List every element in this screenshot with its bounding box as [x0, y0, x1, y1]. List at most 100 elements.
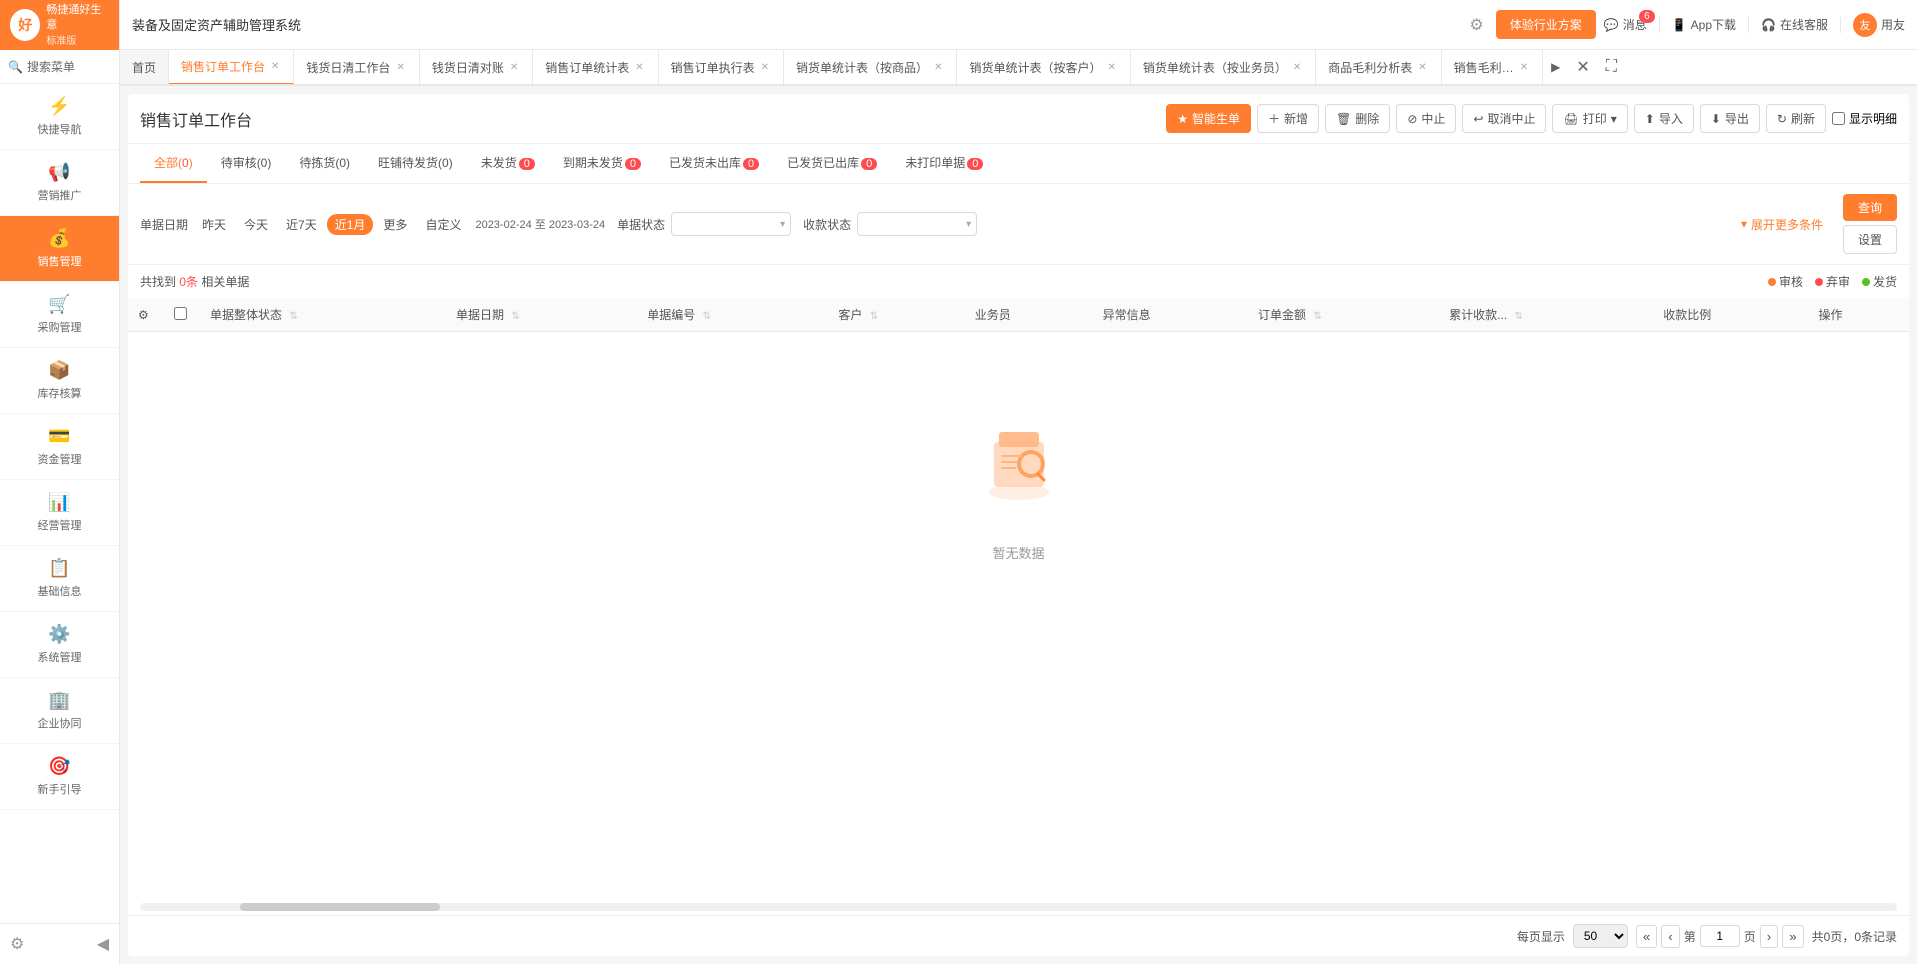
- tab-sales-exec[interactable]: 销售订单执行表 ✕: [659, 50, 784, 85]
- filter-settings-btn[interactable]: 设置: [1843, 225, 1897, 254]
- sidebar-item-newbie[interactable]: 🎯 新手引导: [0, 744, 119, 810]
- sales-icon: 💰: [48, 228, 70, 249]
- filter-tab-wangpu[interactable]: 旺铺待发货(0): [364, 144, 467, 183]
- status-select[interactable]: [671, 212, 791, 236]
- sidebar-item-finance[interactable]: 💳 资金管理: [0, 414, 119, 480]
- tabs-more-btn[interactable]: ▶: [1543, 50, 1568, 85]
- sidebar-item-operation[interactable]: 📊 经营管理: [0, 480, 119, 546]
- collapse-icon[interactable]: ◀: [97, 934, 109, 954]
- first-page-btn[interactable]: «: [1636, 925, 1657, 948]
- tab-sales-stat-salesperson-close[interactable]: ✕: [1291, 60, 1303, 75]
- tabs-expand-btn[interactable]: ⛶: [1598, 50, 1625, 85]
- ship-action-btn[interactable]: 发货: [1862, 273, 1897, 290]
- col-number: 单据编号 ⇅: [637, 298, 828, 332]
- date-btn-7days[interactable]: 近7天: [278, 214, 325, 235]
- settings-icon[interactable]: ⚙: [10, 934, 24, 954]
- sort-collected-icon[interactable]: ⇅: [1515, 311, 1523, 322]
- sidebar-item-sales[interactable]: 💰 销售管理: [0, 216, 119, 282]
- sort-amount-icon[interactable]: ⇅: [1313, 311, 1321, 322]
- sidebar-item-marketing[interactable]: 📢 营销推广: [0, 150, 119, 216]
- smart-generate-btn[interactable]: ★ 智能生单: [1166, 104, 1251, 133]
- sidebar-item-system[interactable]: ⚙️ 系统管理: [0, 612, 119, 678]
- tab-sales-exec-close[interactable]: ✕: [759, 60, 771, 75]
- filter-tab-pending-pickup[interactable]: 待拣货(0): [285, 144, 364, 183]
- tabs-close-all-btn[interactable]: ✕: [1568, 50, 1597, 85]
- stop-btn[interactable]: ⊘ 中止: [1396, 104, 1456, 133]
- date-btn-more[interactable]: 更多: [375, 214, 415, 235]
- cancel-stop-btn[interactable]: ↩ 取消中止: [1462, 104, 1546, 133]
- filter-tab-overdue[interactable]: 到期未发货0: [549, 144, 655, 183]
- filter-tab-pending-review[interactable]: 待审核(0): [207, 144, 286, 183]
- tab-sales-gross-close[interactable]: ✕: [1518, 60, 1530, 75]
- tab-cash-daily[interactable]: 钱货日清工作台 ✕: [294, 50, 419, 85]
- messages-btn[interactable]: 💬 消息 6: [1604, 16, 1647, 33]
- col-checkbox[interactable]: [164, 298, 200, 332]
- date-btn-yesterday[interactable]: 昨天: [194, 214, 234, 235]
- next-page-btn[interactable]: ›: [1760, 925, 1778, 948]
- scroll-thumb[interactable]: [240, 903, 440, 911]
- sidebar-item-enterprise[interactable]: 🏢 企业协同: [0, 678, 119, 744]
- search-menu[interactable]: 🔍 搜索菜单: [0, 50, 119, 84]
- query-btn[interactable]: 查询: [1843, 194, 1897, 221]
- review-action-btn[interactable]: 审核: [1768, 273, 1803, 290]
- date-btn-month[interactable]: 近1月: [327, 214, 374, 235]
- industry-btn[interactable]: 体验行业方案: [1496, 10, 1596, 39]
- tab-sales-stat-product[interactable]: 销货单统计表（按商品） ✕: [784, 50, 957, 85]
- sort-customer-icon[interactable]: ⇅: [870, 311, 878, 322]
- tab-sales-gross[interactable]: 销售毛利… ✕: [1442, 50, 1543, 85]
- app-download-btn[interactable]: 📱 App下载: [1672, 16, 1736, 33]
- sort-date-icon[interactable]: ⇅: [511, 311, 519, 322]
- sidebar-item-basic[interactable]: 📋 基础信息: [0, 546, 119, 612]
- select-all-checkbox[interactable]: [174, 307, 187, 320]
- tab-sales-stat-customer-close[interactable]: ✕: [1105, 60, 1117, 75]
- date-btn-custom[interactable]: 自定义: [417, 214, 469, 235]
- show-detail-checkbox-label[interactable]: 显示明细: [1832, 110, 1897, 127]
- tab-cash-reconcile[interactable]: 钱货日清对账 ✕: [420, 50, 533, 85]
- show-detail-checkbox[interactable]: [1832, 112, 1845, 125]
- payment-select[interactable]: [857, 212, 977, 236]
- expand-conditions-btn[interactable]: ▾ 展开更多条件: [1741, 216, 1823, 233]
- delete-btn[interactable]: 🗑 删除: [1325, 104, 1390, 133]
- tab-product-margin[interactable]: 商品毛利分析表 ✕: [1316, 50, 1441, 85]
- tab-sales-order-close[interactable]: ✕: [269, 59, 281, 74]
- tab-sales-stat-close[interactable]: ✕: [633, 60, 645, 75]
- filter-tab-not-printed[interactable]: 未打印单据0: [891, 144, 997, 183]
- filter-tab-all[interactable]: 全部(0): [140, 144, 207, 183]
- filter-tab-not-shipped[interactable]: 未发货0: [467, 144, 549, 183]
- prev-page-btn[interactable]: ‹: [1661, 925, 1679, 948]
- tab-sales-stat-salesperson[interactable]: 销货单统计表（按业务员） ✕: [1131, 50, 1316, 85]
- logo-text-group: 畅捷通好生意 标准版: [46, 3, 109, 47]
- filter-tab-shipped-out[interactable]: 已发货已出库0: [773, 144, 891, 183]
- user-profile-btn[interactable]: 友 用友: [1853, 13, 1905, 37]
- topbar-settings-icon[interactable]: ⚙: [1469, 15, 1483, 35]
- sidebar-item-nav[interactable]: ⚡ 快捷导航: [0, 84, 119, 150]
- tab-cash-reconcile-close[interactable]: ✕: [508, 60, 520, 75]
- import-btn[interactable]: ⬆ 导入: [1634, 104, 1694, 133]
- date-btn-today[interactable]: 今天: [236, 214, 276, 235]
- tab-sales-stat[interactable]: 销售订单统计表 ✕: [533, 50, 658, 85]
- tab-sales-order[interactable]: 销售订单工作台 ✕: [169, 50, 294, 85]
- sidebar-item-inventory[interactable]: 📦 库存核算: [0, 348, 119, 414]
- scroll-track[interactable]: [140, 903, 1897, 911]
- tab-sales-stat-customer[interactable]: 销货单统计表（按客户） ✕: [957, 50, 1130, 85]
- tab-product-margin-close[interactable]: ✕: [1416, 60, 1428, 75]
- cancel-review-action-btn[interactable]: 弃审: [1815, 273, 1850, 290]
- sidebar-item-purchase[interactable]: 🛒 采购管理: [0, 282, 119, 348]
- refresh-btn[interactable]: ↻ 刷新: [1766, 104, 1826, 133]
- col-settings[interactable]: ⚙: [128, 298, 164, 332]
- expand-icon: ▾: [1741, 217, 1747, 231]
- tab-cash-daily-close[interactable]: ✕: [394, 60, 406, 75]
- online-service-btn[interactable]: 🎧 在线客服: [1761, 16, 1828, 33]
- page-number-input[interactable]: [1700, 925, 1740, 947]
- add-btn[interactable]: ＋ 新增: [1257, 104, 1319, 133]
- tab-sales-stat-product-close[interactable]: ✕: [932, 60, 944, 75]
- tab-home[interactable]: 首页: [120, 50, 169, 85]
- sort-status-icon[interactable]: ⇅: [289, 311, 297, 322]
- last-page-btn[interactable]: »: [1782, 925, 1803, 948]
- col-number-label: 单据编号: [647, 308, 695, 322]
- print-btn[interactable]: 🖨 打印 ▾: [1552, 104, 1627, 133]
- sort-number-icon[interactable]: ⇅: [703, 311, 711, 322]
- filter-tab-shipped-not-out[interactable]: 已发货未出库0: [655, 144, 773, 183]
- page-size-select[interactable]: 50 10 20 100: [1573, 924, 1628, 948]
- export-btn[interactable]: ⬇ 导出: [1700, 104, 1760, 133]
